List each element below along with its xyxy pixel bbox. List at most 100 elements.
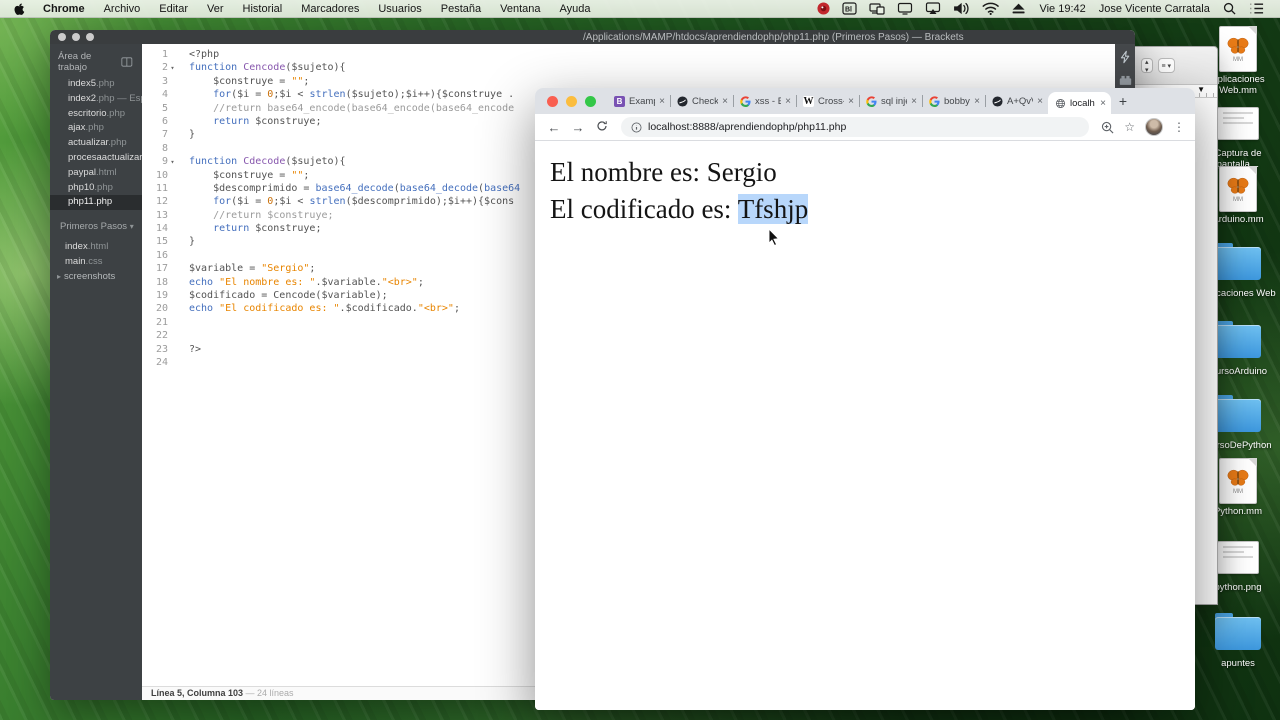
project-header[interactable]: Primeros Pasos ▾ bbox=[50, 219, 142, 235]
tab-close-icon[interactable]: × bbox=[659, 96, 665, 107]
forward-button[interactable]: → bbox=[569, 120, 587, 135]
tabs: BExamp×Check×xss - B×WCross-×sql inje×bo… bbox=[607, 88, 1111, 114]
tab-close-icon[interactable]: × bbox=[722, 96, 728, 107]
selected-text[interactable]: Tfshjp bbox=[737, 194, 809, 224]
textedit-toolbar: ▴ ▾ ≡ ▾ bbox=[1129, 47, 1217, 85]
file-ajax[interactable]: ajax.php bbox=[50, 121, 142, 136]
tab-a-qvv[interactable]: A+QvV × bbox=[985, 88, 1048, 114]
menu-ayuda[interactable]: Ayuda bbox=[559, 3, 590, 15]
notification-center-icon[interactable] bbox=[1249, 2, 1264, 15]
close-button[interactable] bbox=[547, 95, 558, 107]
bi-app-icon[interactable]: Bl bbox=[842, 2, 857, 15]
tab-close-icon[interactable]: × bbox=[785, 96, 791, 107]
tab-cross-[interactable]: W Cross- × bbox=[796, 88, 859, 114]
tab-bobby[interactable]: bobby × bbox=[922, 88, 985, 114]
tab-stop-marker[interactable]: ▼ bbox=[1197, 86, 1205, 94]
file-escritorio[interactable]: escritorio.php bbox=[50, 107, 142, 122]
tab-close-icon[interactable]: × bbox=[1100, 98, 1106, 109]
volume-icon[interactable] bbox=[953, 2, 970, 15]
menu-archivo[interactable]: Archivo bbox=[104, 3, 141, 15]
tab-close-icon[interactable]: × bbox=[911, 96, 917, 107]
page-info-icon[interactable] bbox=[631, 122, 642, 133]
line-number: 8 bbox=[161, 142, 168, 154]
brackets-titlebar[interactable]: /Applications/MAMP/htdocs/aprendiendophp… bbox=[50, 30, 1135, 44]
back-button[interactable]: ← bbox=[545, 120, 563, 135]
menubar-user[interactable]: Jose Vicente Carratala bbox=[1099, 3, 1210, 15]
spacing-stepper[interactable]: ▴ ▾ bbox=[1141, 58, 1153, 74]
eject-icon[interactable] bbox=[1011, 2, 1026, 15]
menu-chrome[interactable]: Chrome bbox=[43, 3, 85, 15]
close-button[interactable] bbox=[58, 33, 66, 41]
tab-localh[interactable]: localh × bbox=[1048, 92, 1111, 114]
reload-button[interactable] bbox=[593, 120, 611, 135]
spotlight-search-icon[interactable] bbox=[1223, 2, 1236, 15]
file-index5[interactable]: index5.php bbox=[50, 77, 142, 92]
code-line-2[interactable]: 2 ▾ function Cencode($sujeto){ bbox=[142, 61, 1135, 74]
fold-gutter bbox=[168, 195, 177, 208]
zoom-button[interactable] bbox=[585, 95, 596, 107]
minimize-button[interactable] bbox=[72, 33, 80, 41]
file-actualizar[interactable]: actualizar.php bbox=[50, 136, 142, 151]
code-line-1[interactable]: 1 <?php bbox=[142, 48, 1135, 61]
tab-examp[interactable]: B Examp × bbox=[607, 88, 670, 114]
menu-ver[interactable]: Ver bbox=[207, 3, 224, 15]
airplay-icon[interactable] bbox=[925, 2, 941, 15]
line-number: 9 bbox=[161, 156, 168, 168]
code-line-3[interactable]: 3 $construye = ""; bbox=[142, 75, 1135, 88]
file-procesaactualizar[interactable]: procesaactualizar.php bbox=[50, 151, 142, 166]
line-number: 1 bbox=[161, 49, 168, 60]
menubar-clock[interactable]: Vie 19:42 bbox=[1039, 3, 1085, 15]
working-set-header[interactable]: Área de trabajo bbox=[50, 44, 142, 77]
line-number: 10 bbox=[155, 169, 168, 181]
tab-xss-b[interactable]: xss - B × bbox=[733, 88, 796, 114]
page-line-2: El codificado es: Tfshjp bbox=[550, 191, 1195, 228]
menu-pestaña[interactable]: Pestaña bbox=[441, 3, 481, 15]
address-bar[interactable]: localhost:8888/aprendiendophp/php11.php bbox=[621, 117, 1090, 137]
file-paypal[interactable]: paypal.html bbox=[50, 166, 142, 181]
chrome-menu-icon[interactable]: ⋮ bbox=[1173, 120, 1185, 134]
line-number: 14 bbox=[155, 223, 168, 235]
cursor-position[interactable]: Línea 5, Columna 103 bbox=[151, 688, 243, 698]
zoom-in-icon[interactable] bbox=[1101, 121, 1114, 134]
new-tab-button[interactable]: + bbox=[1111, 93, 1135, 109]
file-main[interactable]: main.css bbox=[50, 255, 142, 270]
tab-close-icon[interactable]: × bbox=[1037, 96, 1043, 107]
tab-close-icon[interactable]: × bbox=[848, 96, 854, 107]
file-php10[interactable]: php10.php bbox=[50, 181, 142, 196]
live-preview-icon[interactable] bbox=[1119, 50, 1132, 64]
desktop-icon-apuntes[interactable]: apuntes bbox=[1199, 610, 1277, 669]
zoom-button[interactable] bbox=[86, 33, 94, 41]
brackets-sidebar: Área de trabajo index5.php index2.php — E… bbox=[50, 44, 142, 700]
tab-title: bobby bbox=[944, 95, 970, 107]
extension-manager-icon[interactable] bbox=[1119, 73, 1132, 87]
sidecar-icon[interactable] bbox=[869, 2, 885, 15]
file-php11[interactable]: php11.php bbox=[50, 195, 142, 211]
menu-ventana[interactable]: Ventana bbox=[500, 3, 540, 15]
display-icon[interactable] bbox=[897, 2, 913, 15]
minimize-button[interactable] bbox=[566, 95, 577, 107]
red-app-icon[interactable] bbox=[817, 2, 830, 15]
bookmark-star-icon[interactable]: ☆ bbox=[1124, 120, 1135, 134]
url-text[interactable]: localhost:8888/aprendiendophp/php11.php bbox=[648, 121, 846, 133]
tab-close-icon[interactable]: × bbox=[974, 96, 980, 107]
tab-check[interactable]: Check × bbox=[670, 88, 733, 114]
list-style-dropdown[interactable]: ≡ ▾ bbox=[1157, 58, 1176, 73]
menu-marcadores[interactable]: Marcadores bbox=[301, 3, 359, 15]
wifi-icon[interactable] bbox=[982, 2, 999, 15]
project-name: Primeros Pasos bbox=[60, 221, 128, 233]
fold-marker-icon[interactable]: ▾ bbox=[168, 155, 177, 168]
chrome-window[interactable]: BExamp×Check×xss - B×WCross-×sql inje×bo… bbox=[535, 88, 1195, 710]
fold-marker-icon[interactable]: ▾ bbox=[168, 61, 177, 74]
menu-editar[interactable]: Editar bbox=[159, 3, 188, 15]
fold-gutter bbox=[168, 235, 177, 248]
split-view-icon[interactable] bbox=[121, 57, 133, 67]
profile-avatar[interactable] bbox=[1145, 118, 1163, 136]
folder-screenshots[interactable]: ▸ screenshots bbox=[50, 270, 142, 285]
menu-usuarios[interactable]: Usuarios bbox=[378, 3, 421, 15]
project-files-list: index.html main.css ▸ screenshots bbox=[50, 240, 142, 284]
file-index[interactable]: index.html bbox=[50, 240, 142, 255]
file-index2[interactable]: index2.php — Español bbox=[50, 92, 142, 107]
menu-historial[interactable]: Historial bbox=[243, 3, 283, 15]
apple-menu-icon[interactable] bbox=[13, 2, 26, 16]
tab-sql-inje[interactable]: sql inje × bbox=[859, 88, 922, 114]
